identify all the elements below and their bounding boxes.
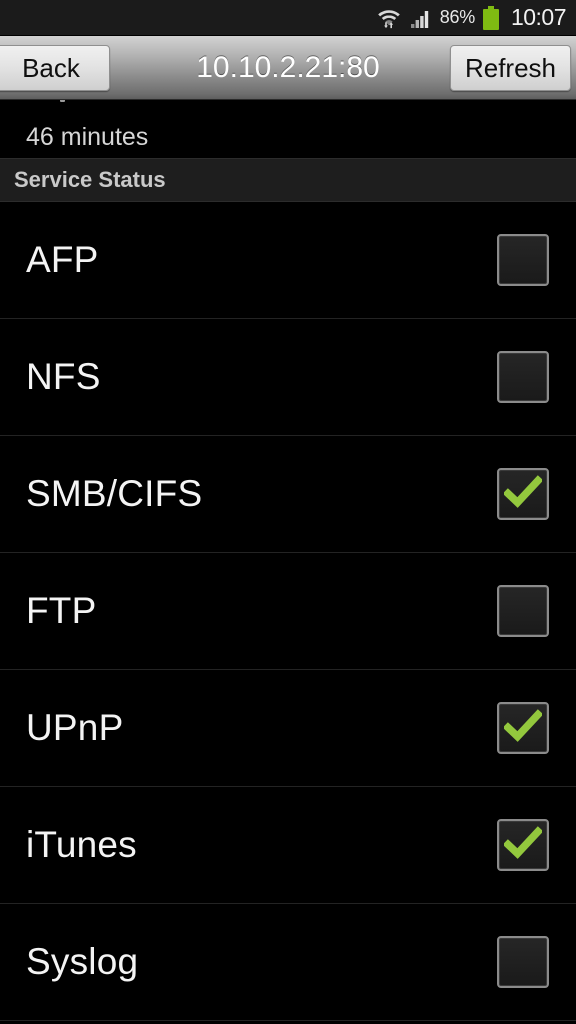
service-list: AFP NFS SMB/CIFS FTP UPnP iTunes Syslog [0, 202, 576, 1021]
section-header-label: Service Status [14, 167, 166, 192]
status-bar-icons: 86% 10:07 [376, 4, 567, 31]
service-checkbox-checked[interactable] [497, 468, 549, 520]
service-checkbox-unchecked[interactable] [497, 234, 549, 286]
service-row[interactable]: iTunes [0, 787, 576, 904]
refresh-button[interactable]: Refresh [449, 45, 571, 91]
service-checkbox-checked[interactable] [497, 819, 549, 871]
app-toolbar: Back 10.10.2.21:80 Refresh [0, 36, 576, 100]
page-title: 10.10.2.21:80 [196, 50, 380, 84]
status-bar-clock: 10:07 [510, 4, 567, 30]
battery-full-icon [482, 5, 499, 30]
uptime-value: 46 minutes [26, 123, 149, 151]
checkmark-icon [502, 473, 544, 511]
uptime-row: 46 minutes [0, 100, 576, 158]
service-label: AFP [26, 239, 99, 280]
service-label: iTunes [26, 824, 137, 865]
service-row[interactable]: AFP [0, 202, 576, 319]
settings-scroll-area[interactable]: 46 minutes Service Status AFP NFS SMB/CIFS… [0, 100, 576, 1024]
service-row[interactable]: UPnP [0, 670, 576, 787]
service-row[interactable]: NFS [0, 319, 576, 436]
service-checkbox-checked[interactable] [497, 702, 549, 754]
service-label: FTP [26, 590, 97, 631]
section-header-service-status: Service Status [0, 158, 576, 202]
service-label: NFS [26, 356, 101, 397]
service-label: UPnP [26, 707, 124, 748]
cellular-signal-icon [410, 7, 432, 29]
service-label: Syslog [26, 941, 139, 982]
service-row[interactable]: Syslog [0, 904, 576, 1021]
checkmark-icon [502, 824, 544, 862]
service-checkbox-unchecked[interactable] [497, 936, 549, 988]
service-row[interactable]: FTP [0, 553, 576, 670]
service-row[interactable]: SMB/CIFS [0, 436, 576, 553]
service-checkbox-unchecked[interactable] [497, 585, 549, 637]
back-button[interactable]: Back [0, 45, 110, 91]
checkmark-icon [502, 707, 544, 745]
service-label: SMB/CIFS [26, 473, 203, 514]
status-bar: 86% 10:07 [0, 0, 576, 36]
battery-percent-label: 86% [439, 7, 475, 27]
service-checkbox-unchecked[interactable] [497, 351, 549, 403]
clipped-glyph-fragment [60, 100, 65, 102]
wifi-transfer-icon [376, 5, 402, 31]
device-screen: 86% 10:07 Back 10.10.2.21:80 Refresh 46 … [0, 0, 576, 1024]
